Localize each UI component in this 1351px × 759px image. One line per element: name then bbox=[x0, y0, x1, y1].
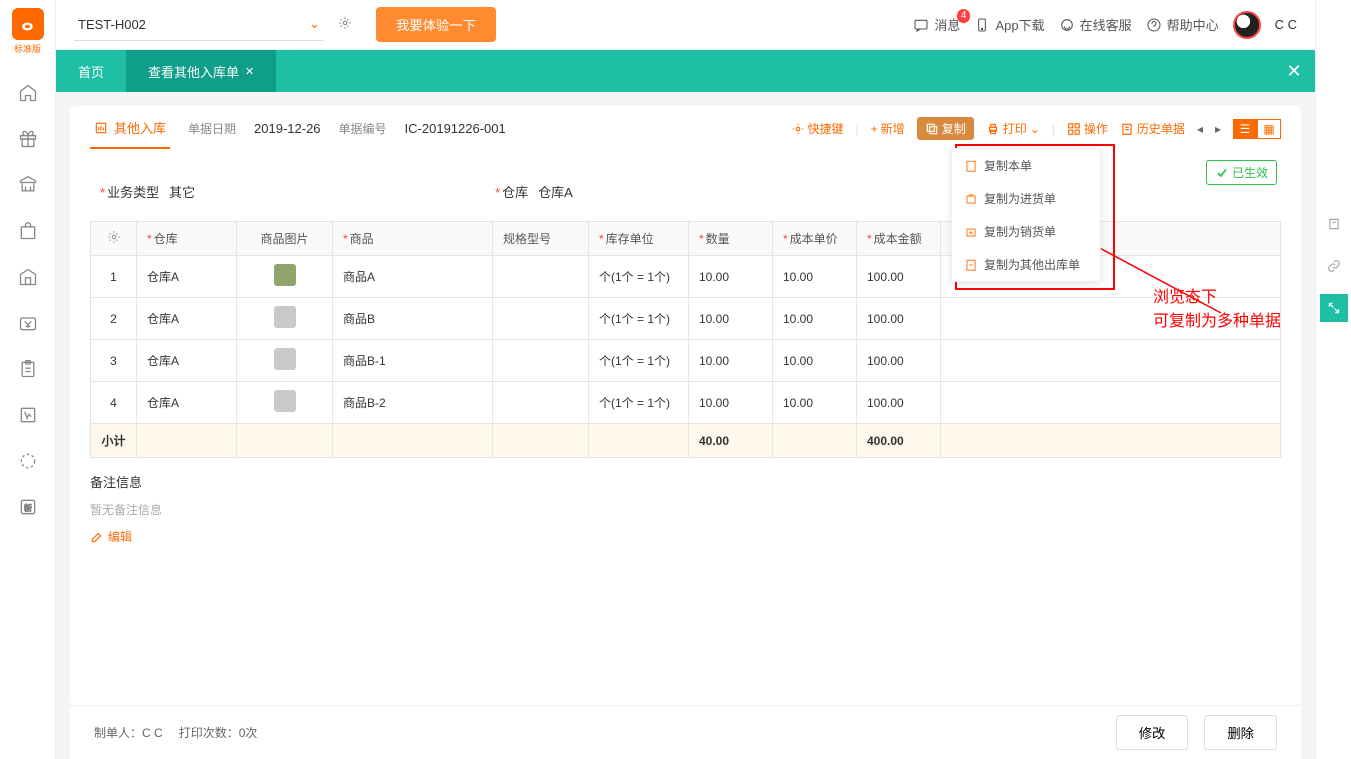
print-count: 0次 bbox=[239, 726, 258, 740]
col-prod: 商品 bbox=[350, 232, 374, 246]
dd-copy-this[interactable]: 复制本单 bbox=[952, 149, 1100, 182]
nav-new-icon[interactable]: 新 bbox=[13, 492, 43, 522]
nav-sync-icon[interactable] bbox=[13, 446, 43, 476]
wh-value: 仓库A bbox=[538, 182, 573, 201]
doc-type-tab[interactable]: 其他入库 bbox=[90, 108, 170, 149]
col-wh: 仓库 bbox=[154, 232, 178, 246]
dd-copy-other-out[interactable]: 复制为其他出库单 bbox=[952, 248, 1100, 281]
dd-copy-purchase[interactable]: 复制为进货单 bbox=[952, 182, 1100, 215]
nav-clipboard-icon[interactable] bbox=[13, 354, 43, 384]
copy-dropdown: 复制本单 复制为进货单 复制为销货单 复制为其他出库单 bbox=[951, 148, 1101, 282]
tab-close-icon[interactable]: ✕ bbox=[245, 65, 254, 78]
print-action[interactable]: 打印 ⌄ bbox=[986, 120, 1040, 137]
ops-action[interactable]: 操作 bbox=[1067, 120, 1108, 137]
col-unit: 库存单位 bbox=[606, 232, 654, 246]
biz-value: 其它 bbox=[169, 182, 195, 201]
topbar: TEST-H002 ⌄ 我要体验一下 消息 4 App下载 在线客服 帮助中心 bbox=[56, 0, 1315, 50]
col-gear[interactable] bbox=[91, 222, 137, 256]
col-img: 商品图片 bbox=[237, 222, 333, 256]
col-price: 成本单价 bbox=[790, 232, 838, 246]
shortcut-action[interactable]: 快捷键 bbox=[791, 120, 844, 137]
col-spec: 规格型号 bbox=[493, 222, 589, 256]
org-selector[interactable]: TEST-H002 ⌄ bbox=[74, 9, 324, 41]
col-qty: 数量 bbox=[706, 232, 730, 246]
modify-button[interactable]: 修改 bbox=[1116, 715, 1189, 750]
view-toggle: ☰ ▦ bbox=[1233, 119, 1281, 139]
status-badge: 已生效 bbox=[1206, 160, 1277, 185]
add-action[interactable]: + 新增 bbox=[871, 120, 905, 137]
sum-cost: 400.00 bbox=[857, 424, 941, 458]
prev-doc[interactable]: ◂ bbox=[1197, 122, 1203, 136]
table-row[interactable]: 1仓库A商品A个(1个 = 1个)10.0010.00100.00 bbox=[91, 256, 1281, 298]
help-label: 帮助中心 bbox=[1167, 15, 1219, 34]
table-row[interactable]: 4仓库A商品B-2个(1个 = 1个)10.0010.00100.00 bbox=[91, 382, 1281, 424]
nav-money-icon[interactable] bbox=[13, 308, 43, 338]
nav-gift-icon[interactable] bbox=[13, 124, 43, 154]
logo-edition: 标准版 bbox=[14, 42, 41, 55]
gear-icon[interactable] bbox=[338, 16, 352, 33]
tabs-bar: 首页 查看其他入库单 ✕ ✕ bbox=[56, 50, 1315, 92]
dock-expand-icon[interactable] bbox=[1320, 294, 1348, 322]
messages-badge: 4 bbox=[957, 9, 971, 23]
wh-label: 仓库 bbox=[502, 185, 528, 200]
user-name: C C bbox=[1275, 17, 1297, 32]
sidebar: ⴰ 标准版 新 bbox=[0, 0, 56, 759]
doc-title: 其他入库 bbox=[114, 118, 166, 137]
support-link[interactable]: 在线客服 bbox=[1059, 15, 1132, 34]
history-action[interactable]: 历史单据 bbox=[1120, 120, 1185, 137]
creator: C C bbox=[142, 726, 163, 740]
product-thumb bbox=[274, 390, 296, 412]
messages-link[interactable]: 消息 4 bbox=[913, 15, 960, 34]
tabs-close-all[interactable]: ✕ bbox=[1273, 50, 1315, 92]
copy-action[interactable]: 复制 bbox=[917, 117, 974, 140]
no-label: 单据编号 bbox=[339, 120, 387, 137]
chevron-down-icon: ⌄ bbox=[309, 16, 320, 32]
view-list[interactable]: ☰ bbox=[1233, 119, 1257, 139]
view-grid[interactable]: ▦ bbox=[1257, 119, 1281, 139]
print-label: 打印次数： bbox=[179, 726, 239, 740]
help-link[interactable]: 帮助中心 bbox=[1146, 15, 1219, 34]
tab-current[interactable]: 查看其他入库单 ✕ bbox=[126, 50, 276, 92]
svg-text:新: 新 bbox=[24, 502, 32, 512]
no-value: IC-20191226-001 bbox=[405, 121, 506, 136]
app-label: App下载 bbox=[995, 15, 1044, 34]
avatar[interactable] bbox=[1233, 11, 1261, 39]
date-label: 单据日期 bbox=[188, 120, 236, 137]
dock-note-icon[interactable] bbox=[1320, 210, 1348, 238]
tab-home[interactable]: 首页 bbox=[56, 50, 126, 92]
sum-qty: 40.00 bbox=[689, 424, 773, 458]
app-download-link[interactable]: App下载 bbox=[974, 15, 1044, 34]
support-label: 在线客服 bbox=[1080, 15, 1132, 34]
nav-warehouse-icon[interactable] bbox=[13, 262, 43, 292]
product-thumb bbox=[274, 306, 296, 328]
nav-home-icon[interactable] bbox=[13, 78, 43, 108]
annotation-text: 浏览态下 可复制为多种单据 bbox=[1153, 286, 1281, 334]
biz-label: 业务类型 bbox=[107, 185, 159, 200]
dd-copy-sales[interactable]: 复制为销货单 bbox=[952, 215, 1100, 248]
date-value: 2019-12-26 bbox=[254, 121, 321, 136]
table-row[interactable]: 3仓库A商品B-1个(1个 = 1个)10.0010.00100.00 bbox=[91, 340, 1281, 382]
product-thumb bbox=[274, 348, 296, 370]
nav-building-icon[interactable] bbox=[13, 170, 43, 200]
org-name: TEST-H002 bbox=[78, 17, 146, 32]
right-dock bbox=[1315, 0, 1351, 759]
document-card: 其他入库 单据日期 2019-12-26 单据编号 IC-20191226-00… bbox=[70, 106, 1301, 705]
footer: 制单人：C C 打印次数：0次 修改 删除 bbox=[70, 705, 1301, 759]
logo-icon: ⴰ bbox=[12, 8, 44, 40]
table-row[interactable]: 2仓库A商品B个(1个 = 1个)10.0010.00100.00 bbox=[91, 298, 1281, 340]
edit-remark-link[interactable]: 编辑 bbox=[90, 528, 132, 545]
dock-link-icon[interactable] bbox=[1320, 252, 1348, 280]
product-thumb bbox=[274, 264, 296, 286]
col-cost: 成本金额 bbox=[874, 232, 922, 246]
items-table: *仓库 商品图片 *商品 规格型号 *库存单位 *数量 *成本单价 *成本金额 … bbox=[90, 221, 1281, 458]
nav-report-icon[interactable] bbox=[13, 400, 43, 430]
remark-title: 备注信息 bbox=[90, 472, 1281, 491]
try-button[interactable]: 我要体验一下 bbox=[376, 7, 496, 42]
creator-label: 制单人： bbox=[94, 726, 142, 740]
delete-button[interactable]: 删除 bbox=[1204, 715, 1277, 750]
remark-empty: 暂无备注信息 bbox=[90, 501, 1281, 518]
nav-bag-icon[interactable] bbox=[13, 216, 43, 246]
next-doc[interactable]: ▸ bbox=[1215, 122, 1221, 136]
subtotal-row: 小计 40.00 400.00 bbox=[91, 424, 1281, 458]
